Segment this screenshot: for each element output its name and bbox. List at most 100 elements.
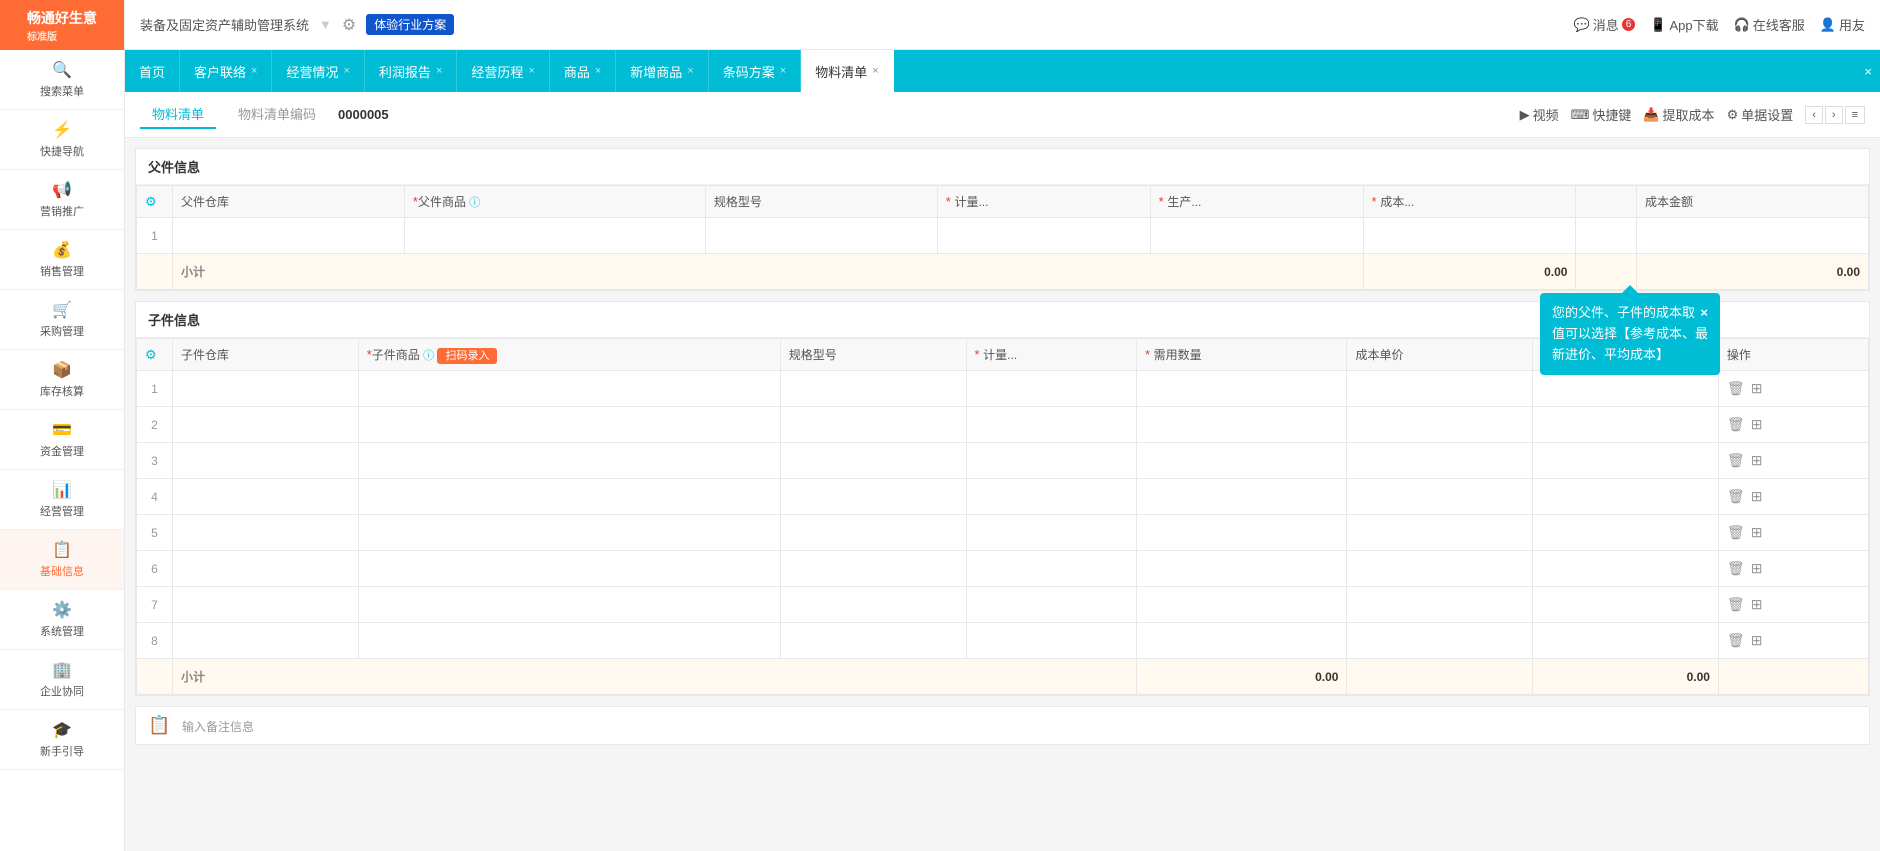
parent-cell-warehouse-1[interactable] bbox=[173, 218, 405, 254]
child-qty-5[interactable] bbox=[1137, 515, 1347, 551]
child-unit-cost-8[interactable] bbox=[1347, 623, 1533, 659]
copy-icon-7[interactable]: ⊞ bbox=[1751, 596, 1763, 613]
tab-goods[interactable]: 商品 × bbox=[550, 50, 616, 92]
child-spec-7[interactable] bbox=[780, 587, 966, 623]
child-cost-amount-5[interactable] bbox=[1533, 515, 1719, 551]
child-goods-4[interactable] bbox=[358, 479, 780, 515]
tab-close-barcode[interactable]: × bbox=[780, 65, 786, 77]
child-warehouse-5[interactable] bbox=[173, 515, 359, 551]
child-cost-amount-7[interactable] bbox=[1533, 587, 1719, 623]
delete-icon-2[interactable]: 🗑 bbox=[1727, 416, 1745, 433]
child-cost-amount-4[interactable] bbox=[1533, 479, 1719, 515]
child-unit-cost-2[interactable] bbox=[1347, 407, 1533, 443]
child-warehouse-6[interactable] bbox=[173, 551, 359, 587]
child-unit-6[interactable] bbox=[966, 551, 1137, 587]
app-download-btn[interactable]: 📱 App下载 bbox=[1650, 15, 1718, 34]
tab-close-client[interactable]: × bbox=[251, 65, 257, 77]
child-qty-8[interactable] bbox=[1137, 623, 1347, 659]
child-goods-5[interactable] bbox=[358, 515, 780, 551]
video-btn[interactable]: ▶ 视频 bbox=[1520, 105, 1559, 124]
child-cost-amount-8[interactable] bbox=[1533, 623, 1719, 659]
child-unit-3[interactable] bbox=[966, 443, 1137, 479]
tab-close-new-goods[interactable]: × bbox=[687, 65, 693, 77]
child-spec-8[interactable] bbox=[780, 623, 966, 659]
child-qty-7[interactable] bbox=[1137, 587, 1347, 623]
parent-cell-sort-1[interactable] bbox=[1576, 218, 1637, 254]
settings-icon-child[interactable]: ⚙ bbox=[145, 347, 157, 362]
message-btn[interactable]: 💬 消息 6 bbox=[1574, 15, 1636, 34]
child-goods-6[interactable] bbox=[358, 551, 780, 587]
child-cost-amount-6[interactable] bbox=[1533, 551, 1719, 587]
child-qty-3[interactable] bbox=[1137, 443, 1347, 479]
child-spec-2[interactable] bbox=[780, 407, 966, 443]
sidebar-item-purchase[interactable]: 🛒 采购管理 bbox=[0, 290, 124, 350]
next-arrow[interactable]: › bbox=[1825, 106, 1843, 124]
child-unit-1[interactable] bbox=[966, 371, 1137, 407]
delete-icon-3[interactable]: 🗑 bbox=[1727, 452, 1745, 469]
child-goods-2[interactable] bbox=[358, 407, 780, 443]
parent-cell-spec-1[interactable] bbox=[705, 218, 937, 254]
extract-cost-btn[interactable]: 📥 提取成本 bbox=[1643, 105, 1714, 124]
tooltip-close[interactable]: × bbox=[1700, 303, 1708, 324]
copy-icon-4[interactable]: ⊞ bbox=[1751, 488, 1763, 505]
child-unit-7[interactable] bbox=[966, 587, 1137, 623]
child-spec-3[interactable] bbox=[780, 443, 966, 479]
tab-client[interactable]: 客户联络 × bbox=[180, 50, 272, 92]
copy-icon-1[interactable]: ⊞ bbox=[1751, 380, 1763, 397]
child-unit-cost-4[interactable] bbox=[1347, 479, 1533, 515]
child-warehouse-2[interactable] bbox=[173, 407, 359, 443]
copy-icon-2[interactable]: ⊞ bbox=[1751, 416, 1763, 433]
tab-profit[interactable]: 利润报告 × bbox=[365, 50, 457, 92]
gear-btn[interactable]: ⚙ bbox=[342, 15, 356, 35]
delete-icon-7[interactable]: 🗑 bbox=[1727, 596, 1745, 613]
child-warehouse-4[interactable] bbox=[173, 479, 359, 515]
sidebar-item-sales[interactable]: 💰 销售管理 bbox=[0, 230, 124, 290]
delete-icon-8[interactable]: 🗑 bbox=[1727, 632, 1745, 649]
child-warehouse-7[interactable] bbox=[173, 587, 359, 623]
child-unit-2[interactable] bbox=[966, 407, 1137, 443]
child-warehouse-1[interactable] bbox=[173, 371, 359, 407]
copy-icon-8[interactable]: ⊞ bbox=[1751, 632, 1763, 649]
sidebar-item-guide[interactable]: 🎓 新手引导 bbox=[0, 710, 124, 770]
shortcut-btn[interactable]: ⌨ 快捷键 bbox=[1571, 105, 1632, 124]
tab-close-history[interactable]: × bbox=[528, 65, 534, 77]
child-unit-cost-3[interactable] bbox=[1347, 443, 1533, 479]
parent-cell-goods-1[interactable] bbox=[404, 218, 705, 254]
sidebar-item-search[interactable]: 🔍 搜索菜单 bbox=[0, 50, 124, 110]
child-unit-5[interactable] bbox=[966, 515, 1137, 551]
user-btn[interactable]: 👤 用友 bbox=[1820, 15, 1865, 34]
child-goods-7[interactable] bbox=[358, 587, 780, 623]
tab-history[interactable]: 经营历程 × bbox=[457, 50, 549, 92]
online-service-btn[interactable]: 🎧 在线客服 bbox=[1734, 15, 1805, 34]
child-unit-cost-1[interactable] bbox=[1347, 371, 1533, 407]
list-view-btn[interactable]: ≡ bbox=[1845, 106, 1865, 124]
tab-operation[interactable]: 经营情况 × bbox=[272, 50, 364, 92]
tab-close-operation[interactable]: × bbox=[343, 65, 349, 77]
tab-home[interactable]: 首页 bbox=[125, 50, 180, 92]
child-goods-3[interactable] bbox=[358, 443, 780, 479]
scan-btn[interactable]: 扫码录入 bbox=[437, 348, 497, 364]
sidebar-item-finance[interactable]: 💳 资金管理 bbox=[0, 410, 124, 470]
experience-btn[interactable]: 体验行业方案 bbox=[366, 14, 454, 35]
tab-bom[interactable]: 物料清单 × bbox=[801, 50, 893, 92]
child-goods-1[interactable] bbox=[358, 371, 780, 407]
sidebar-item-basic-info[interactable]: 📋 基础信息 bbox=[0, 530, 124, 590]
child-qty-1[interactable] bbox=[1137, 371, 1347, 407]
child-cost-amount-2[interactable] bbox=[1533, 407, 1719, 443]
child-qty-6[interactable] bbox=[1137, 551, 1347, 587]
child-warehouse-3[interactable] bbox=[173, 443, 359, 479]
child-cost-amount-1[interactable] bbox=[1533, 371, 1719, 407]
sidebar-item-inventory[interactable]: 📦 库存核算 bbox=[0, 350, 124, 410]
parent-cell-cost-1[interactable] bbox=[1363, 218, 1576, 254]
child-goods-8[interactable] bbox=[358, 623, 780, 659]
child-qty-2[interactable] bbox=[1137, 407, 1347, 443]
copy-icon-5[interactable]: ⊞ bbox=[1751, 524, 1763, 541]
delete-icon-6[interactable]: 🗑 bbox=[1727, 560, 1745, 577]
child-spec-4[interactable] bbox=[780, 479, 966, 515]
sidebar-item-business[interactable]: 📊 经营管理 bbox=[0, 470, 124, 530]
child-spec-5[interactable] bbox=[780, 515, 966, 551]
copy-icon-3[interactable]: ⊞ bbox=[1751, 452, 1763, 469]
delete-icon-5[interactable]: 🗑 bbox=[1727, 524, 1745, 541]
tab-close-bom[interactable]: × bbox=[872, 65, 878, 77]
child-spec-6[interactable] bbox=[780, 551, 966, 587]
